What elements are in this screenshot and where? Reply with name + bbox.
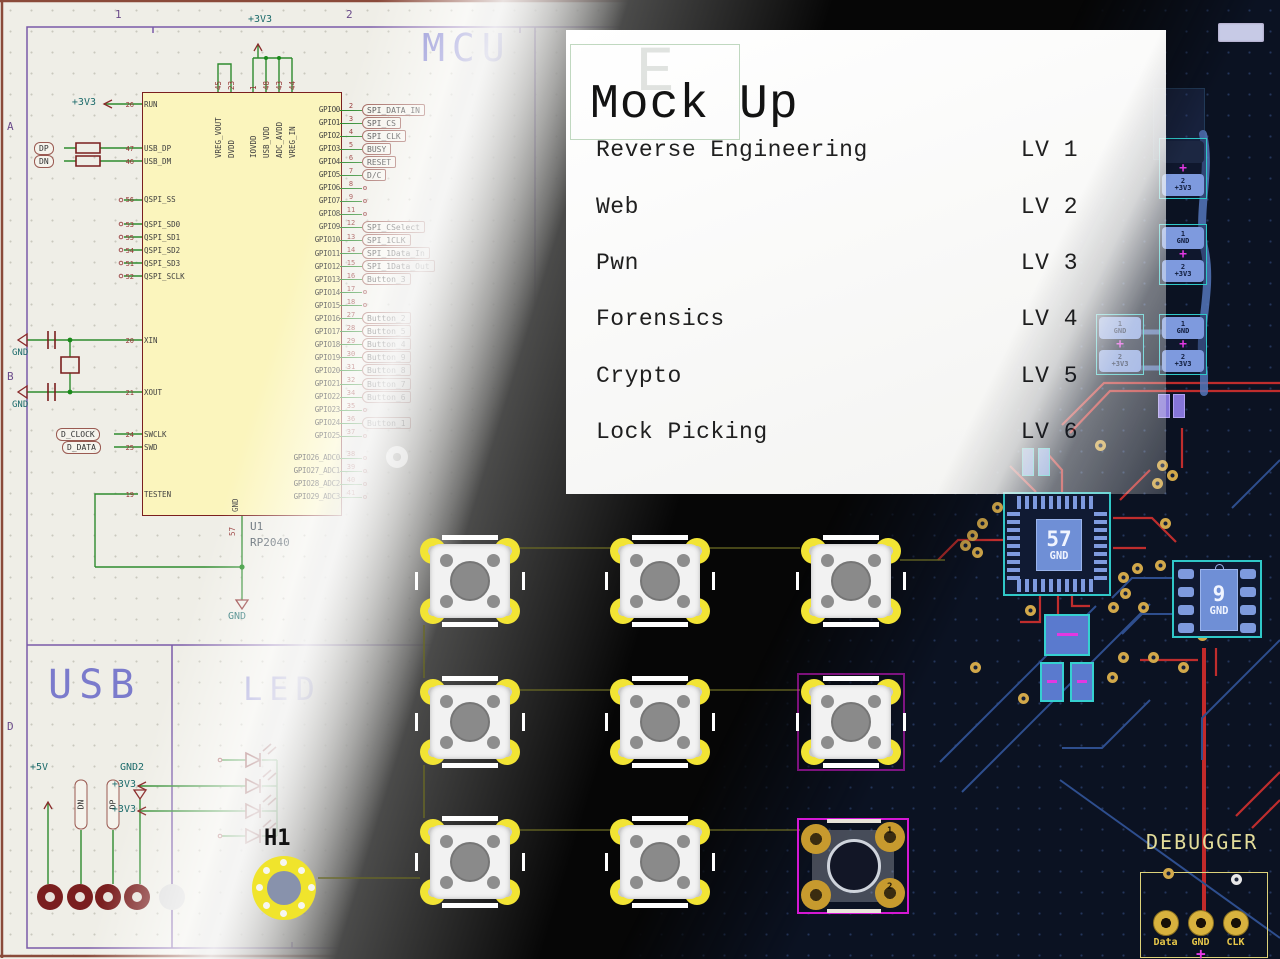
- composite-screenshot: 57 GND 9 GND 1GND +: [0, 0, 1280, 959]
- button-plunger: [640, 702, 680, 742]
- tactile-button-footprint[interactable]: [605, 816, 715, 908]
- scrollbar-thumb[interactable]: [1218, 23, 1264, 42]
- through-hole-pad: [801, 880, 831, 910]
- challenge-name: Forensics: [596, 306, 725, 333]
- challenge-row[interactable]: Crypto LV 5: [596, 348, 1078, 404]
- button-plunger: [450, 561, 490, 601]
- challenge-name: Reverse Engineering: [596, 137, 868, 164]
- button-plunger: [831, 561, 871, 601]
- tactile-button-footprint[interactable]: [415, 676, 525, 768]
- challenge-name: Crypto: [596, 362, 682, 389]
- tactile-button-footprint[interactable]: 1 2: [797, 818, 909, 914]
- pad-number: 1: [887, 826, 893, 836]
- level-badge: LV 5: [1020, 362, 1078, 389]
- challenge-row[interactable]: Pwn LV 3: [596, 235, 1078, 291]
- mockup-panel: E Mock Up Reverse Engineering LV 1 Web L…: [566, 30, 1166, 494]
- button-plunger: [640, 561, 680, 601]
- button-plunger: [450, 702, 490, 742]
- through-hole-pad: [801, 824, 831, 854]
- challenge-name: Web: [596, 193, 639, 220]
- button-plunger: [640, 842, 680, 882]
- button-plunger: [827, 839, 881, 893]
- level-badge: LV 6: [1020, 419, 1078, 446]
- challenge-row[interactable]: Lock Picking LV 6: [596, 404, 1078, 460]
- tactile-button-footprint[interactable]: [796, 673, 906, 771]
- button-plunger: [450, 842, 490, 882]
- tactile-button-footprint[interactable]: [415, 535, 525, 627]
- tactile-button-footprint[interactable]: [605, 676, 715, 768]
- level-badge: LV 4: [1020, 306, 1078, 333]
- challenge-name: Lock Picking: [596, 419, 768, 446]
- tactile-button-footprint[interactable]: [796, 535, 906, 627]
- button-plunger: [831, 702, 871, 742]
- challenge-name: Pwn: [596, 249, 639, 276]
- challenge-row[interactable]: Forensics LV 4: [596, 291, 1078, 347]
- level-badge: LV 2: [1020, 193, 1078, 220]
- challenge-row[interactable]: Reverse Engineering LV 1: [596, 122, 1078, 178]
- challenge-row[interactable]: Web LV 2: [596, 178, 1078, 234]
- challenge-list: Reverse Engineering LV 1 Web LV 2 Pwn LV…: [596, 122, 1078, 460]
- level-badge: LV 3: [1020, 249, 1078, 276]
- level-badge: LV 1: [1020, 137, 1078, 164]
- mount-hole[interactable]: [252, 856, 316, 920]
- via: [386, 446, 408, 468]
- pad-number: 2: [887, 882, 893, 892]
- mount-hole-label: H1: [264, 826, 291, 851]
- tactile-button-footprint[interactable]: [605, 535, 715, 627]
- tactile-button-footprint[interactable]: [415, 816, 525, 908]
